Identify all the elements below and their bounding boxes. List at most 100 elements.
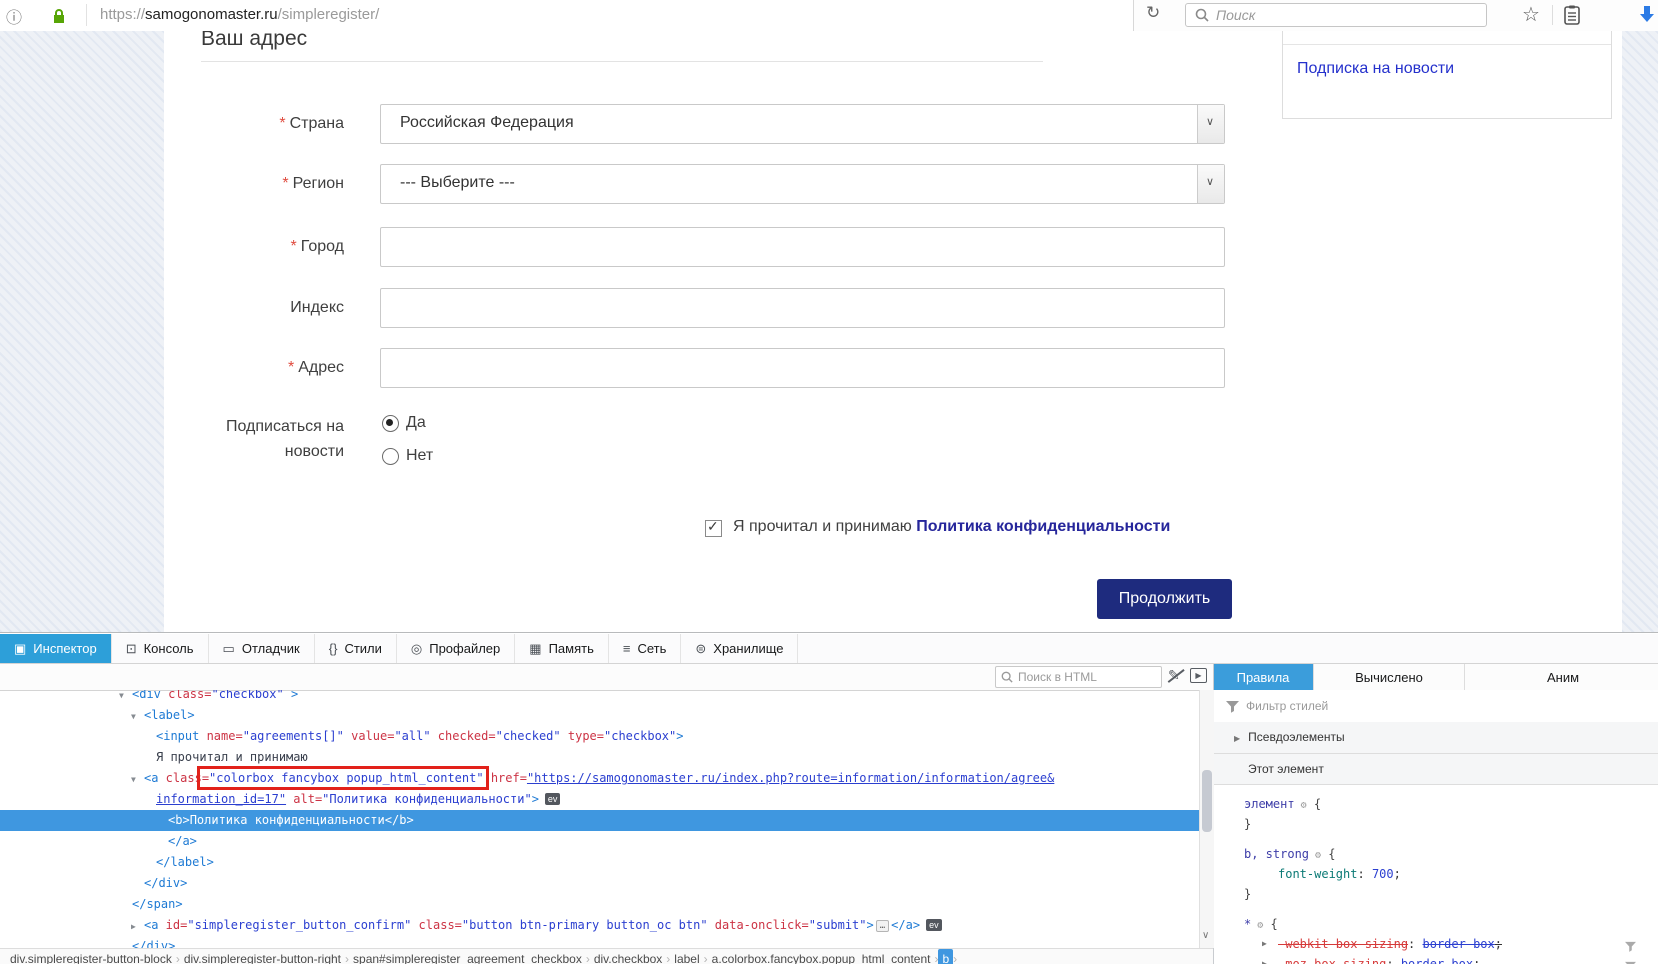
input-address[interactable] — [380, 348, 1225, 388]
markup-line[interactable]: ▶ <a id="simpleregister_button_confirm" c… — [0, 915, 1199, 936]
console-icon: ⊡ — [125, 640, 137, 656]
required-asterisk: * — [282, 175, 289, 192]
style-filter-input[interactable]: Фильтр стилей — [1214, 690, 1658, 723]
devtools-tab-styles[interactable]: {} Стили — [315, 634, 397, 663]
radio-yes[interactable] — [382, 415, 399, 432]
field-label-country: * Страна — [279, 115, 344, 132]
breadcrumb-item[interactable]: a.colorbox.fancybox.popup_html_content — [708, 949, 935, 964]
devtools-tab-storage[interactable]: ⊜ Хранилище — [681, 634, 799, 663]
rules-tab-rules[interactable]: Правила — [1213, 664, 1314, 690]
markup-line[interactable]: information_id=17" alt="Политика конфиде… — [0, 789, 1199, 810]
expand-icon: ▶ — [1234, 734, 1241, 743]
field-label-city: * Город — [290, 238, 344, 255]
agreement-checkbox[interactable]: ✓ — [705, 518, 722, 537]
filter-funnel-icon — [1226, 701, 1239, 713]
devtools-tab-inspector[interactable]: ▣ Инспектор — [0, 634, 112, 663]
event-listener-badge[interactable]: ev — [926, 919, 942, 931]
css-rule: b, strong ⚙ {font-weight: 700;} — [1214, 844, 1658, 904]
markup-line[interactable]: <input name="agreements[]" value="all" c… — [0, 726, 1199, 747]
url-text[interactable]: https://samogonomaster.ru/simpleregister… — [100, 6, 379, 23]
rule-selector-line[interactable]: b, strong ⚙ { — [1214, 844, 1658, 864]
chevron-down-icon: ∨ — [1206, 176, 1215, 188]
rule-selector-line[interactable]: элемент ⚙ { — [1214, 794, 1658, 814]
privacy-policy-link[interactable]: Политика конфиденциальности — [916, 518, 1170, 535]
collapsed-content-badge[interactable]: … — [875, 920, 890, 932]
input-postcode[interactable] — [380, 288, 1225, 328]
rules-sidebar: Фильтр стилей ▶ Псевдоэлементы Этот элеме… — [1214, 690, 1658, 964]
devtools-tab-memory[interactable]: ▦ Память — [515, 634, 609, 663]
devtools-tab-debugger[interactable]: ▭ Отладчик — [209, 634, 315, 663]
select-country[interactable]: Российская Федерация ∨ — [380, 104, 1225, 144]
breadcrumb-item[interactable]: label — [670, 949, 703, 964]
downloads-icon[interactable] — [1636, 4, 1658, 26]
sidebar-news-link[interactable]: Подписка на новости — [1297, 60, 1454, 78]
breadcrumb-item[interactable]: b — [938, 949, 954, 964]
markup-line[interactable]: ▼ <a class="colorbox fancybox popup_html_… — [0, 766, 1199, 790]
urlbar-divider — [86, 4, 87, 26]
rules-tab-computed[interactable]: Вычислено — [1314, 664, 1465, 690]
rule-selector: b, strong — [1244, 847, 1310, 861]
breadcrumb-item[interactable]: span#simpleregister_agreement_checkbox — [349, 949, 586, 964]
rules-tab-animations[interactable]: Аним — [1465, 664, 1658, 690]
rule-selector: элемент — [1244, 797, 1295, 811]
markup-line[interactable]: </div> — [0, 873, 1199, 894]
https-lock-icon[interactable] — [52, 8, 66, 24]
breadcrumb-item[interactable]: div.simpleregister-button-block — [6, 949, 176, 964]
devtools-tab-console[interactable]: ⊡ Консоль — [112, 634, 209, 663]
browser-search-input[interactable]: Поиск — [1185, 3, 1487, 27]
markup-line[interactable]: </span> — [0, 894, 1199, 915]
storage-icon: ⊜ — [695, 640, 707, 656]
html-search-input[interactable]: Поиск в HTML — [995, 666, 1162, 688]
rule-selector: * — [1244, 917, 1252, 931]
css-rule: * ⚙ {▶ -webkit-box-sizing: border-box; ▶ -mo… — [1214, 914, 1658, 964]
continue-button[interactable]: Продолжить — [1097, 579, 1232, 619]
bookmark-star-icon[interactable]: ☆ — [1522, 2, 1540, 27]
radio-no-label[interactable]: Нет — [406, 447, 433, 465]
markup-line[interactable]: <b>Политика конфиденциальности</b> — [0, 810, 1199, 831]
markup-line[interactable]: </div> — [0, 936, 1199, 948]
url-bar[interactable]: ⓘ https://samogonomaster.ru/simpleregist… — [0, 0, 1134, 31]
scrollbar-down-icon[interactable]: ∨ — [1202, 930, 1209, 941]
sidebar-item-divider — [1283, 44, 1611, 45]
reload-icon[interactable]: ↻ — [1146, 3, 1160, 23]
rule-selector-line[interactable]: * ⚙ { — [1214, 914, 1658, 934]
markup-line[interactable]: </a> — [0, 831, 1199, 852]
markup-line[interactable]: Я прочитал и принимаю — [0, 747, 1199, 768]
scrollbar-thumb[interactable] — [1202, 770, 1212, 832]
edit-html-icon[interactable]: ✎ — [1168, 667, 1180, 684]
dropdown-button-region[interactable]: ∨ — [1197, 165, 1224, 203]
rule-property[interactable]: font-weight: 700; — [1214, 864, 1658, 884]
expand-icon[interactable]: ▶ — [1262, 934, 1267, 954]
rule-property[interactable]: ▶ -webkit-box-sizing: border-box; — [1214, 934, 1658, 954]
breadcrumb-item[interactable]: div.checkbox — [590, 949, 666, 964]
library-icon[interactable] — [1563, 5, 1581, 25]
browser-toolbar: ⓘ https://samogonomaster.ru/simpleregist… — [0, 0, 1658, 32]
debugger-icon: ▭ — [222, 640, 235, 656]
inspector-scrollbar[interactable]: ∨ — [1199, 690, 1214, 948]
markup-line[interactable]: </label> — [0, 852, 1199, 873]
markup-line[interactable]: ▼ <div class="checkbox" > — [0, 690, 1199, 705]
collapse-icon[interactable]: ▼ — [119, 690, 124, 706]
expand-icon[interactable]: ▶ — [131, 916, 136, 937]
heading-divider — [201, 61, 1043, 62]
eval-sidebar-toggle-icon[interactable]: ▶ — [1190, 668, 1207, 683]
radio-yes-label[interactable]: Да — [406, 414, 426, 432]
dropdown-button-country[interactable]: ∨ — [1197, 105, 1224, 143]
page-title: Ваш адрес — [201, 31, 308, 50]
search-placeholder: Поиск — [1216, 7, 1256, 23]
event-listener-badge[interactable]: ev — [544, 793, 561, 805]
select-region[interactable]: --- Выберите --- ∨ — [380, 164, 1225, 204]
pseudo-elements-section[interactable]: ▶ Псевдоэлементы — [1214, 722, 1658, 754]
page-info-icon[interactable]: ⓘ — [6, 4, 22, 28]
markup-line[interactable]: ▼ <label> — [0, 705, 1199, 726]
overridden-filter-icon[interactable] — [1625, 958, 1636, 964]
input-city[interactable] — [380, 227, 1225, 267]
network-icon: ≡ — [622, 641, 631, 656]
breadcrumb-item[interactable]: div.simpleregister-button-right — [180, 949, 345, 964]
rules-tabbar: Правила Вычислено Аним — [1213, 664, 1658, 690]
devtools-tab-profiler[interactable]: ◎ Профайлер — [397, 634, 516, 663]
devtools-tab-network[interactable]: ≡ Сеть — [609, 634, 682, 663]
collapse-icon[interactable]: ▼ — [131, 706, 136, 727]
collapse-icon[interactable]: ▼ — [131, 769, 136, 790]
radio-no[interactable] — [382, 448, 399, 465]
